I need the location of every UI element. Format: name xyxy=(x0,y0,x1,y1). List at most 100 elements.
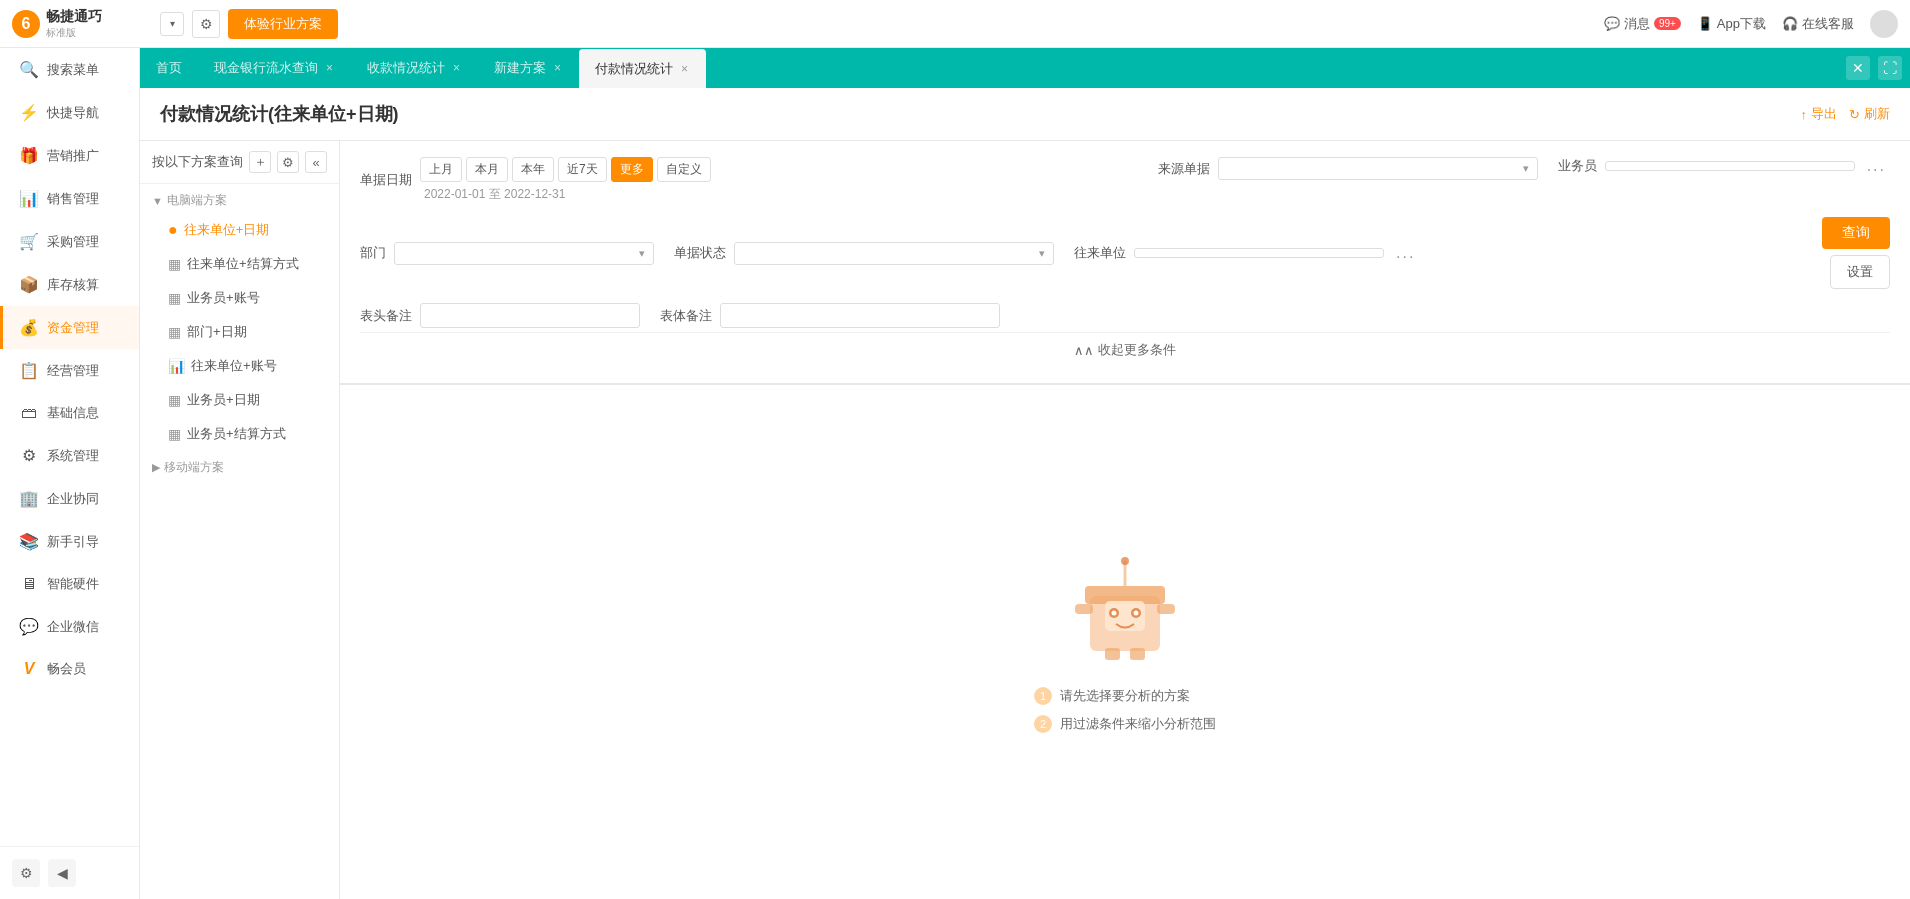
sidebar-settings-btn[interactable]: ⚙ xyxy=(12,859,40,887)
sidebar-item-wechat[interactable]: 💬 企业微信 xyxy=(0,605,139,648)
sidebar-item-sales[interactable]: 📊 销售管理 xyxy=(0,177,139,220)
sidebar-item-guide[interactable]: 📚 新手引导 xyxy=(0,520,139,563)
wechat-icon: 💬 xyxy=(19,617,39,636)
sidebar-label-inventory: 库存核算 xyxy=(47,276,99,294)
dept-select[interactable]: ▾ xyxy=(394,242,654,265)
scheme-item-partner-account-label: 往来单位+账号 xyxy=(191,357,277,375)
app-name: 畅捷通巧 xyxy=(46,8,102,26)
sidebar-label-wechat: 企业微信 xyxy=(47,618,99,636)
app-download-btn[interactable]: 📱 App下载 xyxy=(1697,15,1766,33)
empty-tip-1-text: 请先选择要分析的方案 xyxy=(1060,687,1190,705)
scheme-panel-header: 按以下方案查询 ＋ ⚙ « xyxy=(140,141,339,184)
tab-cash-flow[interactable]: 现金银行流水查询 × xyxy=(198,48,351,88)
sidebar-item-search-menu[interactable]: 🔍 搜索菜单 xyxy=(0,48,139,91)
table-body-note-input[interactable] xyxy=(720,303,1000,328)
this-year-btn[interactable]: 本年 xyxy=(512,157,554,182)
tab-payment-stats-close[interactable]: × xyxy=(679,60,690,78)
user-avatar[interactable] xyxy=(1870,10,1898,38)
messages-label: 消息 xyxy=(1624,15,1650,33)
tab-collection-stats[interactable]: 收款情况统计 × xyxy=(351,48,478,88)
scheme-collapse-btn[interactable]: « xyxy=(305,151,327,173)
scheme-item-salesperson-date[interactable]: ▦ 业务员+日期 xyxy=(140,383,339,417)
date-field: 单据日期 上月 本月 本年 近7天 更多 自定义 xyxy=(360,157,711,203)
sidebar-item-quick-nav[interactable]: ⚡ 快捷导航 xyxy=(0,91,139,134)
scheme-table-icon-1: ▦ xyxy=(168,256,181,272)
partner-dots[interactable]: ... xyxy=(1392,244,1419,262)
sidebar-item-capital[interactable]: 💰 资金管理 xyxy=(0,306,139,349)
empty-tips: 1 请先选择要分析的方案 2 用过滤条件来缩小分析范围 xyxy=(1034,687,1216,733)
tab-new-scheme-label: 新建方案 xyxy=(494,59,546,77)
tab-close-all-btn[interactable]: ✕ xyxy=(1846,56,1870,80)
tab-maximize-btn[interactable]: ⛶ xyxy=(1878,56,1902,80)
tab-home[interactable]: 首页 xyxy=(140,48,198,88)
sidebar-item-enterprise[interactable]: 🏢 企业协同 xyxy=(0,477,139,520)
sidebar-item-operations[interactable]: 📋 经营管理 xyxy=(0,349,139,392)
scheme-table-icon-2: ▦ xyxy=(168,290,181,306)
export-icon: ↑ xyxy=(1801,107,1808,122)
sidebar-collapse-btn[interactable]: ◀ xyxy=(48,859,76,887)
mobile-scheme-arrow[interactable]: ▶ xyxy=(152,461,160,474)
tab-new-scheme[interactable]: 新建方案 × xyxy=(478,48,579,88)
app-edition: 标准版 xyxy=(46,26,102,40)
online-service-btn[interactable]: 🎧 在线客服 xyxy=(1782,15,1854,33)
capital-icon: 💰 xyxy=(19,318,39,337)
settings-filter-btn[interactable]: 设置 xyxy=(1830,255,1890,289)
date-buttons: 上月 本月 本年 近7天 更多 自定义 xyxy=(420,157,711,182)
scheme-table-icon-3: ▦ xyxy=(168,324,181,340)
refresh-btn[interactable]: ↻ 刷新 xyxy=(1849,105,1890,123)
date-range-text: 2022-01-01 至 2022-12-31 xyxy=(424,186,711,203)
scheme-item-partner-account[interactable]: 📊 往来单位+账号 xyxy=(140,349,339,383)
system-icon: ⚙ xyxy=(19,446,39,465)
dept-label: 部门 xyxy=(360,244,386,262)
last-month-btn[interactable]: 上月 xyxy=(420,157,462,182)
sidebar-item-basic-info[interactable]: 🗃 基础信息 xyxy=(0,392,139,434)
last-7-days-btn[interactable]: 近7天 xyxy=(558,157,607,182)
online-service-label: 在线客服 xyxy=(1802,15,1854,33)
scheme-add-btn[interactable]: ＋ xyxy=(249,151,271,173)
sidebar-item-membership[interactable]: V 畅会员 xyxy=(0,648,139,690)
empty-svg-icon xyxy=(1070,556,1180,666)
doc-status-select[interactable]: ▾ xyxy=(734,242,1054,265)
sidebar-item-smart-hw[interactable]: 🖥 智能硬件 xyxy=(0,563,139,605)
operations-icon: 📋 xyxy=(19,361,39,380)
source-doc-arrow-icon: ▾ xyxy=(1523,162,1529,175)
header-dropdown-btn[interactable]: ▾ xyxy=(160,12,184,36)
scheme-item-salesperson-settlement[interactable]: ▦ 业务员+结算方式 xyxy=(140,417,339,451)
export-label: 导出 xyxy=(1811,105,1837,123)
svg-rect-7 xyxy=(1105,648,1120,660)
tab-collection-stats-close[interactable]: × xyxy=(451,59,462,77)
scheme-item-partner-date[interactable]: ● 往来单位+日期 xyxy=(140,213,339,247)
trial-btn[interactable]: 体验行业方案 xyxy=(228,9,338,39)
sidebar-item-system[interactable]: ⚙ 系统管理 xyxy=(0,434,139,477)
sidebar-label-marketing: 营销推广 xyxy=(47,147,99,165)
export-btn[interactable]: ↑ 导出 xyxy=(1801,105,1838,123)
header-settings-btn[interactable]: ⚙ xyxy=(192,10,220,38)
salesperson-dots[interactable]: ... xyxy=(1863,157,1890,175)
messages-btn[interactable]: 💬 消息 99+ xyxy=(1604,15,1681,33)
sidebar-item-purchase[interactable]: 🛒 采购管理 xyxy=(0,220,139,263)
collapse-more-btn[interactable]: ∧∧ 收起更多条件 xyxy=(360,332,1890,367)
sidebar-item-inventory[interactable]: 📦 库存核算 xyxy=(0,263,139,306)
tab-payment-stats[interactable]: 付款情况统计 × xyxy=(579,49,706,89)
scheme-item-dept-date[interactable]: ▦ 部门+日期 xyxy=(140,315,339,349)
table-header-note-input[interactable] xyxy=(420,303,640,328)
pc-scheme-arrow[interactable]: ▼ xyxy=(152,195,163,207)
sidebar-item-marketing[interactable]: 🎁 营销推广 xyxy=(0,134,139,177)
table-header-note-field: 表头备注 xyxy=(360,303,640,328)
scheme-settings-btn[interactable]: ⚙ xyxy=(277,151,299,173)
this-month-btn[interactable]: 本月 xyxy=(466,157,508,182)
tab-new-scheme-close[interactable]: × xyxy=(552,59,563,77)
purchase-icon: 🛒 xyxy=(19,232,39,251)
empty-tip-2: 2 用过滤条件来缩小分析范围 xyxy=(1034,715,1216,733)
more-date-btn[interactable]: 更多 xyxy=(611,157,653,182)
scheme-item-partner-settlement[interactable]: ▦ 往来单位+结算方式 xyxy=(140,247,339,281)
tab-cash-flow-close[interactable]: × xyxy=(324,59,335,77)
tab-actions: ✕ ⛶ xyxy=(1846,56,1910,80)
scheme-item-salesperson-account[interactable]: ▦ 业务员+账号 xyxy=(140,281,339,315)
partner-select[interactable] xyxy=(1134,248,1384,258)
messages-badge: 99+ xyxy=(1654,17,1681,30)
custom-date-btn[interactable]: 自定义 xyxy=(657,157,711,182)
salesperson-select[interactable] xyxy=(1605,161,1855,171)
source-doc-select[interactable]: ▾ xyxy=(1218,157,1538,180)
query-btn[interactable]: 查询 xyxy=(1822,217,1890,249)
